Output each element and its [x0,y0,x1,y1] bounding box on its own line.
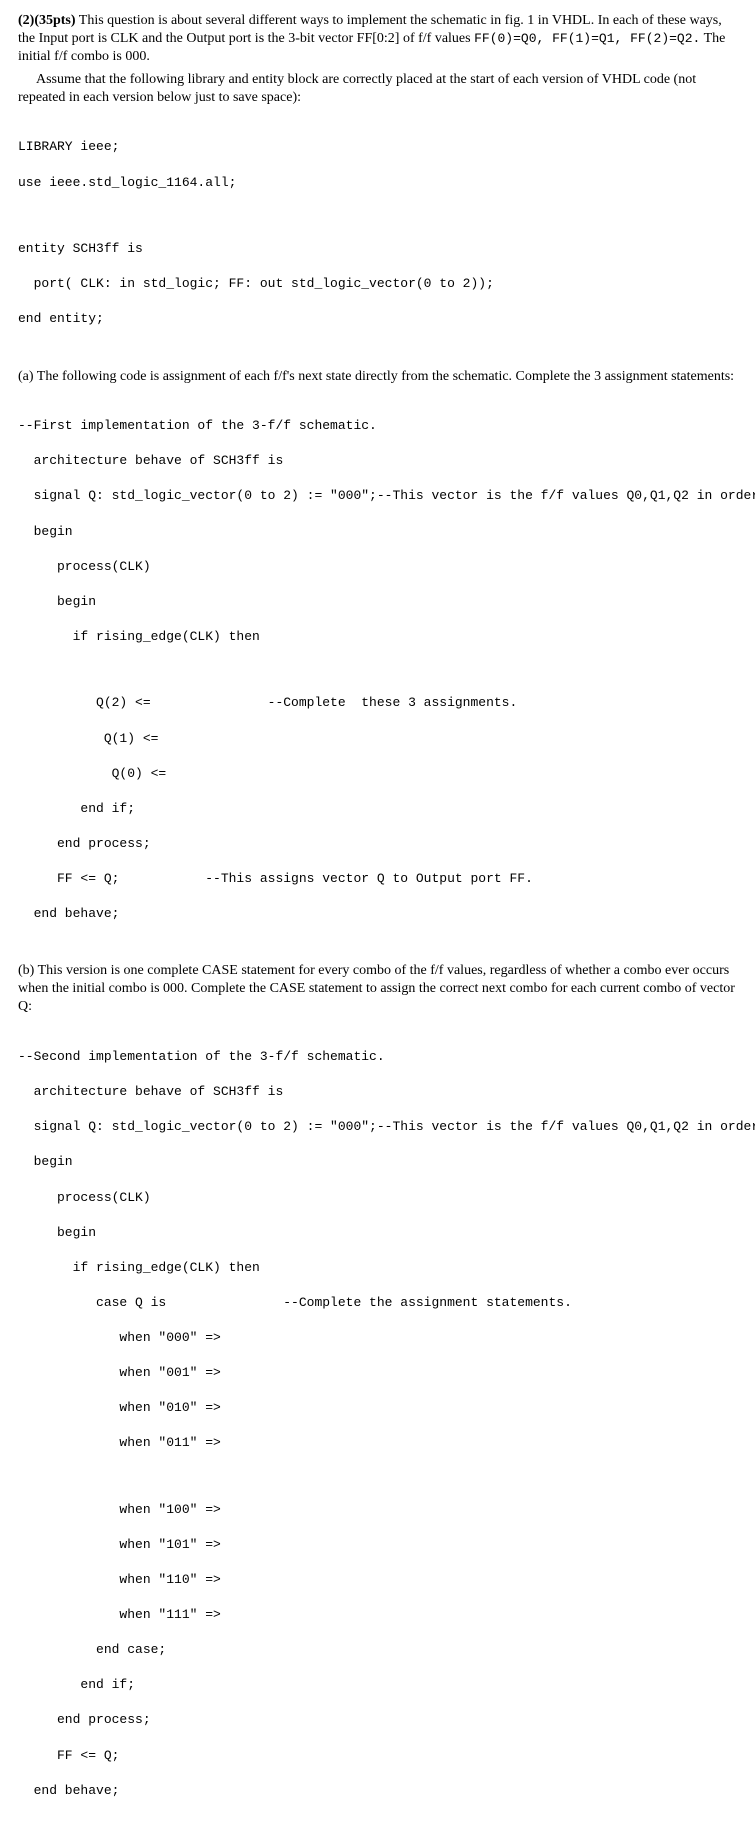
code-line: end process; [18,835,737,853]
code-line: when "010" => [18,1399,737,1417]
code-line: end behave; [18,905,737,923]
code-line: signal Q: std_logic_vector(0 to 2) := "0… [18,1118,737,1136]
code-line: architecture behave of SCH3ff is [18,1083,737,1101]
code-line: begin [18,523,737,541]
q2-intro-para2: Assume that the following library and en… [18,71,737,107]
code-line: entity SCH3ff is [18,240,737,258]
code-line: Q(2) <= --Complete these 3 assignments. [18,694,737,712]
code-line: port( CLK: in std_logic; FF: out std_log… [18,275,737,293]
code-line: --First implementation of the 3-f/f sche… [18,417,737,435]
part-b-code: --Second implementation of the 3-f/f sch… [18,1031,737,1817]
code-line: end process; [18,1711,737,1729]
code-line: Q(0) <= [18,765,737,783]
q2-intro-para1: (2)(35pts) This question is about severa… [18,12,737,67]
code-line: begin [18,1153,737,1171]
code-line: end case; [18,1641,737,1659]
code-line: end if; [18,800,737,818]
code-line: begin [18,1224,737,1242]
code-line: if rising_edge(CLK) then [18,1259,737,1277]
code-line: end behave; [18,1782,737,1800]
code-line: architecture behave of SCH3ff is [18,452,737,470]
code-line: process(CLK) [18,558,737,576]
part-a-text: (a) The following code is assignment of … [18,368,737,386]
code-line: when "011" => [18,1434,737,1452]
code-line: when "100" => [18,1501,737,1519]
q2-mono-inline: FF(0)=Q0, FF(1)=Q1, FF(2)=Q2. [474,31,700,46]
code-line: end if; [18,1676,737,1694]
part-b-text: (b) This version is one complete CASE st… [18,962,737,1017]
code-line: FF <= Q; [18,1747,737,1765]
code-line: use ieee.std_logic_1164.all; [18,174,737,192]
code-line: signal Q: std_logic_vector(0 to 2) := "0… [18,487,737,505]
code-line: when "000" => [18,1329,737,1347]
q2-heading: (2)(35pts) [18,13,76,28]
code-line: begin [18,593,737,611]
code-line: FF <= Q; --This assigns vector Q to Outp… [18,870,737,888]
code-line: process(CLK) [18,1189,737,1207]
code-header-block: LIBRARY ieee; use ieee.std_logic_1164.al… [18,121,737,346]
code-line: end entity; [18,310,737,328]
code-line: when "101" => [18,1536,737,1554]
code-line: when "110" => [18,1571,737,1589]
code-line: LIBRARY ieee; [18,138,737,156]
code-line: case Q is --Complete the assignment stat… [18,1294,737,1312]
code-line: Q(1) <= [18,730,737,748]
code-line: if rising_edge(CLK) then [18,628,737,646]
code-line: --Second implementation of the 3-f/f sch… [18,1048,737,1066]
part-a-code: --First implementation of the 3-f/f sche… [18,400,737,940]
code-line: when "111" => [18,1606,737,1624]
code-line: when "001" => [18,1364,737,1382]
